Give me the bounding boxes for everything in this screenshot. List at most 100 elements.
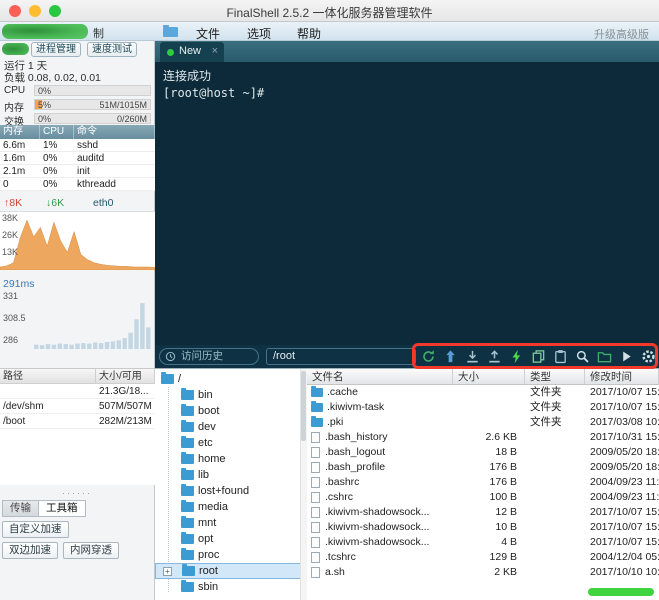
history-clock-icon xyxy=(165,351,176,362)
file-type xyxy=(525,550,585,565)
folder-icon[interactable] xyxy=(163,27,178,37)
file-row[interactable]: .cshrc 100 B 2004/09/23 11: xyxy=(307,490,659,505)
file-row[interactable]: .bashrc 176 B 2004/09/23 11: xyxy=(307,475,659,490)
disk-col-header[interactable]: 大小/可用 xyxy=(96,369,155,383)
file-mtime: 2009/05/20 18: xyxy=(585,445,659,460)
play-icon[interactable] xyxy=(618,349,634,365)
process-manager-button[interactable]: 进程管理 xyxy=(31,42,81,57)
folder-icon xyxy=(181,390,194,400)
accel-button[interactable]: 双边加速 xyxy=(2,542,58,559)
file-row[interactable]: .kiwivm-task 文件夹 2017/10/07 15: xyxy=(307,400,659,415)
process-row[interactable]: 2.1m 0% init xyxy=(0,165,155,178)
up-icon[interactable] xyxy=(442,349,458,365)
disk-row[interactable]: 21.3G/18... xyxy=(0,384,155,399)
upload-icon[interactable] xyxy=(486,349,502,365)
tree-item-dev[interactable]: dev xyxy=(155,419,307,435)
file-row[interactable]: .pki 文件夹 2017/03/08 10: xyxy=(307,415,659,430)
file-col-header[interactable]: 修改时间 xyxy=(585,369,659,384)
meter-percent: 0% xyxy=(38,86,51,96)
speed-test-button[interactable]: 速度测试 xyxy=(87,42,137,57)
file-col-header[interactable]: 类型 xyxy=(525,369,585,384)
file-row[interactable]: .bash_history 2.6 KB 2017/10/31 15: xyxy=(307,430,659,445)
terminal-tab-bar: New × xyxy=(155,41,659,62)
tree-scrollbar-thumb[interactable] xyxy=(301,371,306,441)
process-col-header[interactable]: 内存 xyxy=(0,125,40,139)
disk-row[interactable]: /dev/shm 507M/507M xyxy=(0,399,155,414)
tree-item-root-slash[interactable]: / xyxy=(155,371,307,387)
disk-row[interactable]: /boot 282M/213M xyxy=(0,414,155,429)
tree-item-opt[interactable]: opt xyxy=(155,531,307,547)
file-row[interactable]: .bash_logout 18 B 2009/05/20 18: xyxy=(307,445,659,460)
menu-help[interactable]: 帮助 xyxy=(297,25,321,42)
folder-icon xyxy=(181,518,194,528)
folder-icon xyxy=(181,438,194,448)
file-type xyxy=(525,520,585,535)
tree-label: media xyxy=(198,499,228,515)
file-row[interactable]: .kiwivm-shadowsock... 4 B 2017/10/07 15: xyxy=(307,535,659,550)
folder-open-icon[interactable] xyxy=(596,349,612,365)
accel-buttons: 双边加速内网穿透 xyxy=(2,542,119,559)
file-row[interactable]: .kiwivm-shadowsock... 10 B 2017/10/07 15… xyxy=(307,520,659,535)
path-input[interactable]: /root xyxy=(266,348,416,365)
expander-icon[interactable]: + xyxy=(163,567,172,576)
interface-name: eth0 xyxy=(93,197,113,209)
tree-item-media[interactable]: media xyxy=(155,499,307,515)
process-row[interactable]: 0 0% kthreadd xyxy=(0,178,155,191)
paste-icon[interactable] xyxy=(552,349,568,365)
tree-item-lost+found[interactable]: lost+found xyxy=(155,483,307,499)
refresh-icon[interactable] xyxy=(420,349,436,365)
tree-item-sbin[interactable]: sbin xyxy=(155,579,307,595)
file-row[interactable]: .cache 文件夹 2017/10/07 15: xyxy=(307,385,659,400)
tree-label: opt xyxy=(198,531,213,547)
tab-close-icon[interactable]: × xyxy=(212,45,218,57)
disk-path: /dev/shm xyxy=(0,399,96,413)
tree-item-home[interactable]: home xyxy=(155,451,307,467)
process-col-header[interactable]: 命令 xyxy=(74,125,155,139)
tree-item-lib[interactable]: lib xyxy=(155,467,307,483)
history-dropdown[interactable]: 访问历史 xyxy=(159,348,259,365)
file-row[interactable]: .kiwivm-shadowsock... 12 B 2017/10/07 15… xyxy=(307,505,659,520)
tree-item-boot[interactable]: boot xyxy=(155,403,307,419)
tree-label: proc xyxy=(198,547,219,563)
file-col-header[interactable]: 大小 xyxy=(453,369,525,384)
file-type: 文件夹 xyxy=(525,415,585,430)
menu-options[interactable]: 选项 xyxy=(247,25,271,42)
tree-item-proc[interactable]: proc xyxy=(155,547,307,563)
file-row[interactable]: .bash_profile 176 B 2009/05/20 18: xyxy=(307,460,659,475)
lightning-icon[interactable] xyxy=(508,349,524,365)
process-cpu: 0% xyxy=(40,165,74,177)
terminal-output[interactable]: 连接成功 [root@host ~]# xyxy=(155,62,659,345)
transfer-progress-bar[interactable] xyxy=(588,588,654,596)
disk-col-header[interactable]: 路径 xyxy=(0,369,96,383)
file-row[interactable]: a.sh 2 KB 2017/10/10 10: xyxy=(307,565,659,580)
file-mtime: 2009/05/20 18: xyxy=(585,460,659,475)
tree-scrollbar[interactable] xyxy=(300,369,307,600)
file-size xyxy=(453,400,525,415)
copy-icon[interactable] xyxy=(530,349,546,365)
tab-new[interactable]: New × xyxy=(160,42,224,62)
folder-icon xyxy=(181,550,194,560)
download-icon[interactable] xyxy=(464,349,480,365)
process-row[interactable]: 6.6m 1% sshd xyxy=(0,139,155,152)
gear-icon[interactable] xyxy=(640,349,656,365)
file-row[interactable]: .tcshrc 129 B 2004/12/04 05: xyxy=(307,550,659,565)
accel-button[interactable]: 内网穿透 xyxy=(63,542,119,559)
tree-item-etc[interactable]: etc xyxy=(155,435,307,451)
tree-item-bin[interactable]: bin xyxy=(155,387,307,403)
process-mem: 1.6m xyxy=(0,152,40,164)
upgrade-link[interactable]: 升级高级版 xyxy=(594,26,649,42)
sidebar-tab-传输[interactable]: 传输 xyxy=(2,500,39,517)
search-icon[interactable] xyxy=(574,349,590,365)
process-col-header[interactable]: CPU xyxy=(40,125,74,139)
sidebar-tab-工具箱[interactable]: 工具箱 xyxy=(38,500,86,517)
process-row[interactable]: 1.6m 0% auditd xyxy=(0,152,155,165)
tree-item-root[interactable]: + root xyxy=(155,563,307,579)
resize-grip[interactable]: ······ xyxy=(0,488,154,498)
tab-label: New xyxy=(179,45,201,57)
file-col-header[interactable]: 文件名 xyxy=(307,369,453,384)
custom-accel-button[interactable]: 自定义加速 xyxy=(2,521,69,538)
menu-file[interactable]: 文件 xyxy=(196,25,220,42)
network-labels: ↑8K ↓6K eth0 xyxy=(0,197,155,209)
tree-item-mnt[interactable]: mnt xyxy=(155,515,307,531)
process-cmd: auditd xyxy=(74,152,155,164)
